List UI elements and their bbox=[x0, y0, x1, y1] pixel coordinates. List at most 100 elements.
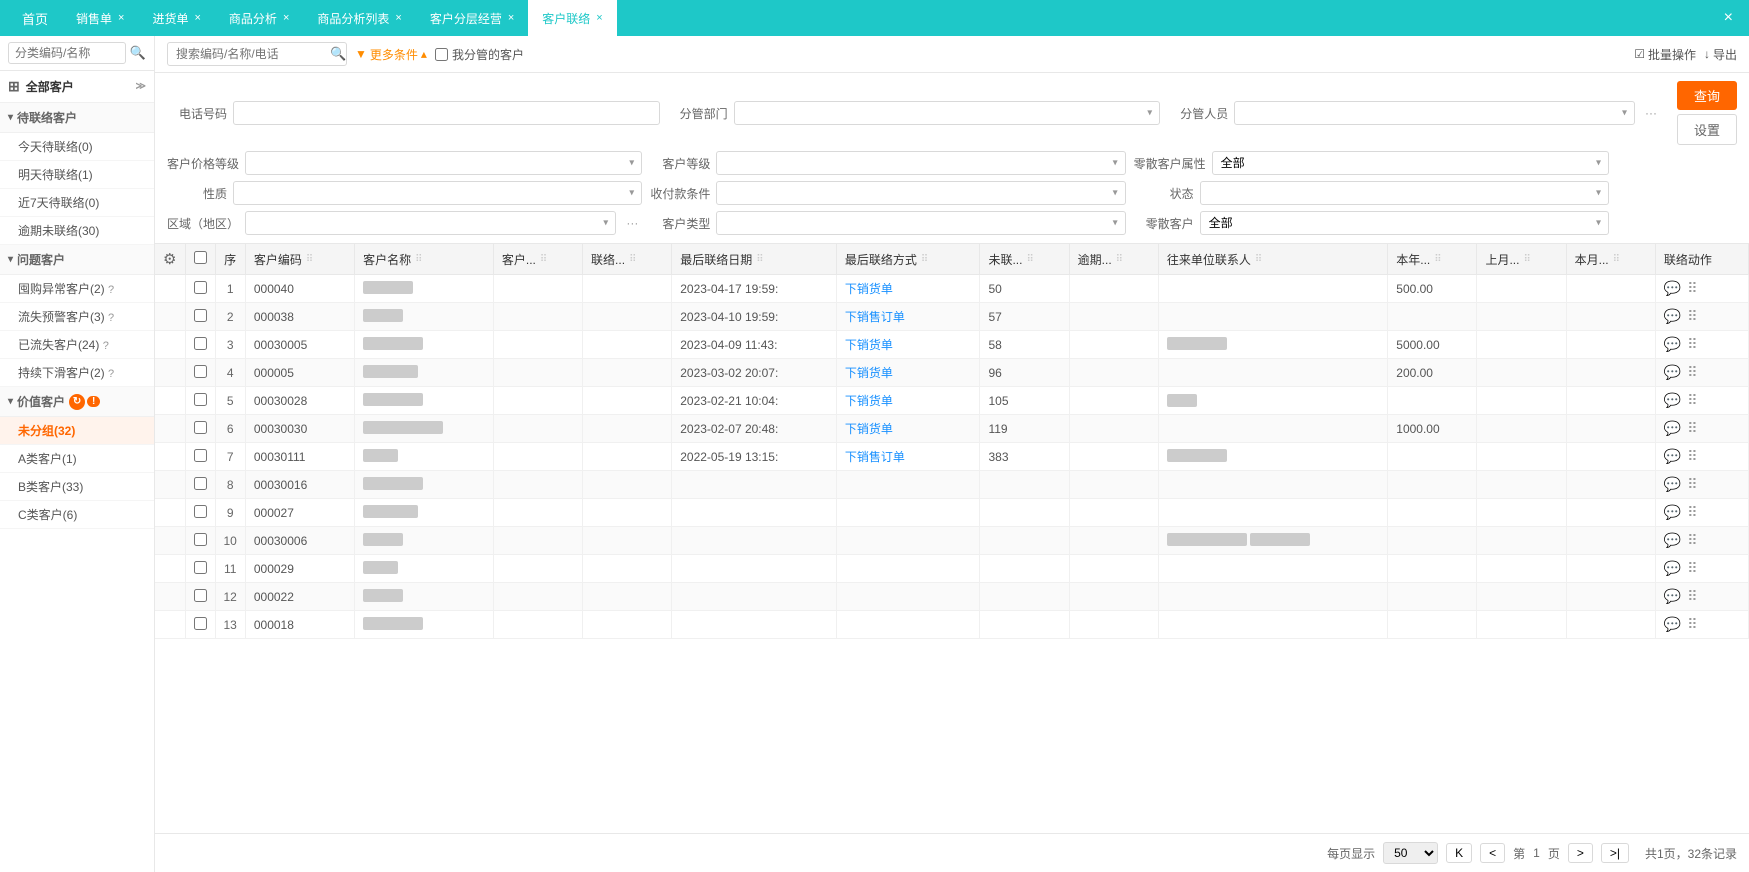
close-icon[interactable]: × bbox=[118, 12, 124, 24]
nav-tab-home[interactable]: 首页 bbox=[8, 0, 62, 36]
row-checkbox[interactable] bbox=[194, 505, 207, 518]
row-checkbox[interactable] bbox=[194, 337, 207, 350]
col-resize-icon[interactable]: ⠿ bbox=[1026, 254, 1033, 265]
last-method-link[interactable]: 下销货单 bbox=[845, 338, 893, 352]
last-page-btn[interactable]: >| bbox=[1601, 843, 1629, 863]
message-icon[interactable]: 💬 bbox=[1664, 616, 1681, 633]
person-input[interactable] bbox=[1234, 101, 1635, 125]
prev-page-btn[interactable]: < bbox=[1480, 843, 1505, 863]
col-resize-icon[interactable]: ⠿ bbox=[1523, 254, 1530, 265]
row-checkbox[interactable] bbox=[194, 617, 207, 630]
message-icon[interactable]: 💬 bbox=[1664, 560, 1681, 577]
message-icon[interactable]: 💬 bbox=[1664, 420, 1681, 437]
row-checkbox[interactable] bbox=[194, 421, 207, 434]
sidebar-item-overdue-pending[interactable]: 逾期未联络(30) bbox=[0, 217, 154, 245]
apps-icon[interactable]: ⠿ bbox=[1687, 616, 1697, 633]
apps-icon[interactable]: ⠿ bbox=[1687, 364, 1697, 381]
apps-icon[interactable]: ⠿ bbox=[1687, 476, 1697, 493]
nav-tab-sales[interactable]: 销售单 × bbox=[62, 0, 138, 36]
apps-icon[interactable]: ⠿ bbox=[1687, 420, 1697, 437]
col-resize-icon[interactable]: ⠿ bbox=[629, 254, 636, 265]
apps-icon[interactable]: ⠿ bbox=[1687, 560, 1697, 577]
sidebar-group-problem[interactable]: ▾ 问题客户 bbox=[0, 245, 154, 275]
sidebar-item-week-pending[interactable]: 近7天待联络(0) bbox=[0, 189, 154, 217]
status-select[interactable] bbox=[1200, 181, 1609, 205]
price-level-select[interactable] bbox=[245, 151, 642, 175]
col-resize-icon[interactable]: ⠿ bbox=[1116, 254, 1123, 265]
sidebar-item-today-pending[interactable]: 今天待联络(0) bbox=[0, 133, 154, 161]
apps-icon[interactable]: ⠿ bbox=[1687, 392, 1697, 409]
col-resize-icon[interactable]: ⠿ bbox=[415, 254, 422, 265]
nav-tab-purchase[interactable]: 进货单 × bbox=[138, 0, 214, 36]
dept-select[interactable] bbox=[734, 101, 1161, 125]
sidebar-item-class-c[interactable]: C类客户(6) bbox=[0, 501, 154, 529]
nav-tab-goods-analysis[interactable]: 商品分析 × bbox=[215, 0, 303, 36]
last-method-link[interactable]: 下销售订单 bbox=[845, 450, 905, 464]
sidebar-all-customers[interactable]: ⊞ 全部客户 ≫ bbox=[0, 71, 154, 103]
row-checkbox[interactable] bbox=[194, 281, 207, 294]
apps-icon[interactable]: ⠿ bbox=[1687, 280, 1697, 297]
last-method-link[interactable]: 下销售订单 bbox=[845, 310, 905, 324]
col-resize-icon[interactable]: ⠿ bbox=[306, 254, 313, 265]
row-checkbox[interactable] bbox=[194, 393, 207, 406]
last-method-link[interactable]: 下销货单 bbox=[845, 366, 893, 380]
retail-attr-select[interactable]: 全部 bbox=[1212, 151, 1609, 175]
apps-icon[interactable]: ⠿ bbox=[1687, 448, 1697, 465]
message-icon[interactable]: 💬 bbox=[1664, 448, 1681, 465]
sidebar-item-churn-warning[interactable]: 流失预警客户(3) ? bbox=[0, 303, 154, 331]
row-checkbox[interactable] bbox=[194, 309, 207, 322]
nav-tab-customer-layer[interactable]: 客户分层经营 × bbox=[416, 0, 528, 36]
close-icon[interactable]: × bbox=[596, 12, 602, 24]
last-method-link[interactable]: 下销货单 bbox=[845, 422, 893, 436]
settings-icon[interactable]: ⚙ bbox=[163, 251, 176, 268]
filter-search-input[interactable] bbox=[176, 47, 326, 61]
apps-icon[interactable]: ⠿ bbox=[1687, 588, 1697, 605]
row-checkbox[interactable] bbox=[194, 365, 207, 378]
message-icon[interactable]: 💬 bbox=[1664, 336, 1681, 353]
close-icon[interactable]: × bbox=[508, 12, 514, 24]
retail-cust-select[interactable]: 全部 bbox=[1200, 211, 1609, 235]
region-dots-btn[interactable]: ··· bbox=[622, 216, 642, 230]
col-resize-icon[interactable]: ⠿ bbox=[756, 254, 763, 265]
col-resize-icon[interactable]: ⠿ bbox=[540, 254, 547, 265]
col-resize-icon[interactable]: ⠿ bbox=[1434, 254, 1441, 265]
row-checkbox[interactable] bbox=[194, 477, 207, 490]
nature-select[interactable] bbox=[233, 181, 642, 205]
nav-tab-customer-contact[interactable]: 客户联络 × bbox=[528, 0, 616, 36]
row-checkbox[interactable] bbox=[194, 533, 207, 546]
my-customers-checkbox[interactable] bbox=[435, 48, 448, 61]
phone-input[interactable] bbox=[233, 101, 660, 125]
apps-icon[interactable]: ⠿ bbox=[1687, 532, 1697, 549]
nav-tab-goods-list[interactable]: 商品分析列表 × bbox=[303, 0, 415, 36]
col-resize-icon[interactable]: ⠿ bbox=[921, 254, 928, 265]
close-icon[interactable]: × bbox=[194, 12, 200, 24]
region-input[interactable] bbox=[245, 211, 616, 235]
row-checkbox[interactable] bbox=[194, 561, 207, 574]
sidebar-search-input[interactable] bbox=[8, 42, 126, 64]
sidebar-search-icon[interactable]: 🔍 bbox=[130, 45, 146, 61]
sidebar-item-class-a[interactable]: A类客户(1) bbox=[0, 445, 154, 473]
window-close-button[interactable]: × bbox=[1716, 9, 1741, 27]
sidebar-item-ungrouped[interactable]: 未分组(32) bbox=[0, 417, 154, 445]
sidebar-group-value[interactable]: ▾ 价值客户 ↻ ! bbox=[0, 387, 154, 417]
cust-level-select[interactable] bbox=[716, 151, 1125, 175]
apps-icon[interactable]: ⠿ bbox=[1687, 308, 1697, 325]
person-dots-btn[interactable]: ··· bbox=[1641, 106, 1661, 120]
reset-button[interactable]: 设置 bbox=[1677, 114, 1737, 145]
sidebar-group-pending[interactable]: ▾ 待联络客户 bbox=[0, 103, 154, 133]
row-checkbox[interactable] bbox=[194, 589, 207, 602]
col-resize-icon[interactable]: ⠿ bbox=[1613, 254, 1620, 265]
payment-select[interactable] bbox=[716, 181, 1125, 205]
message-icon[interactable]: 💬 bbox=[1664, 476, 1681, 493]
message-icon[interactable]: 💬 bbox=[1664, 280, 1681, 297]
next-page-btn[interactable]: > bbox=[1568, 843, 1593, 863]
col-resize-icon[interactable]: ⠿ bbox=[1255, 254, 1262, 265]
message-icon[interactable]: 💬 bbox=[1664, 364, 1681, 381]
filter-search-icon[interactable]: 🔍 bbox=[330, 46, 346, 62]
close-icon[interactable]: × bbox=[283, 12, 289, 24]
more-conditions-btn[interactable]: ▼ 更多条件 ▴ bbox=[355, 46, 427, 63]
refresh-icon[interactable]: ↻ bbox=[69, 394, 85, 410]
apps-icon[interactable]: ⠿ bbox=[1687, 336, 1697, 353]
sidebar-item-class-b[interactable]: B类客户(33) bbox=[0, 473, 154, 501]
first-page-btn[interactable]: K bbox=[1446, 843, 1472, 863]
